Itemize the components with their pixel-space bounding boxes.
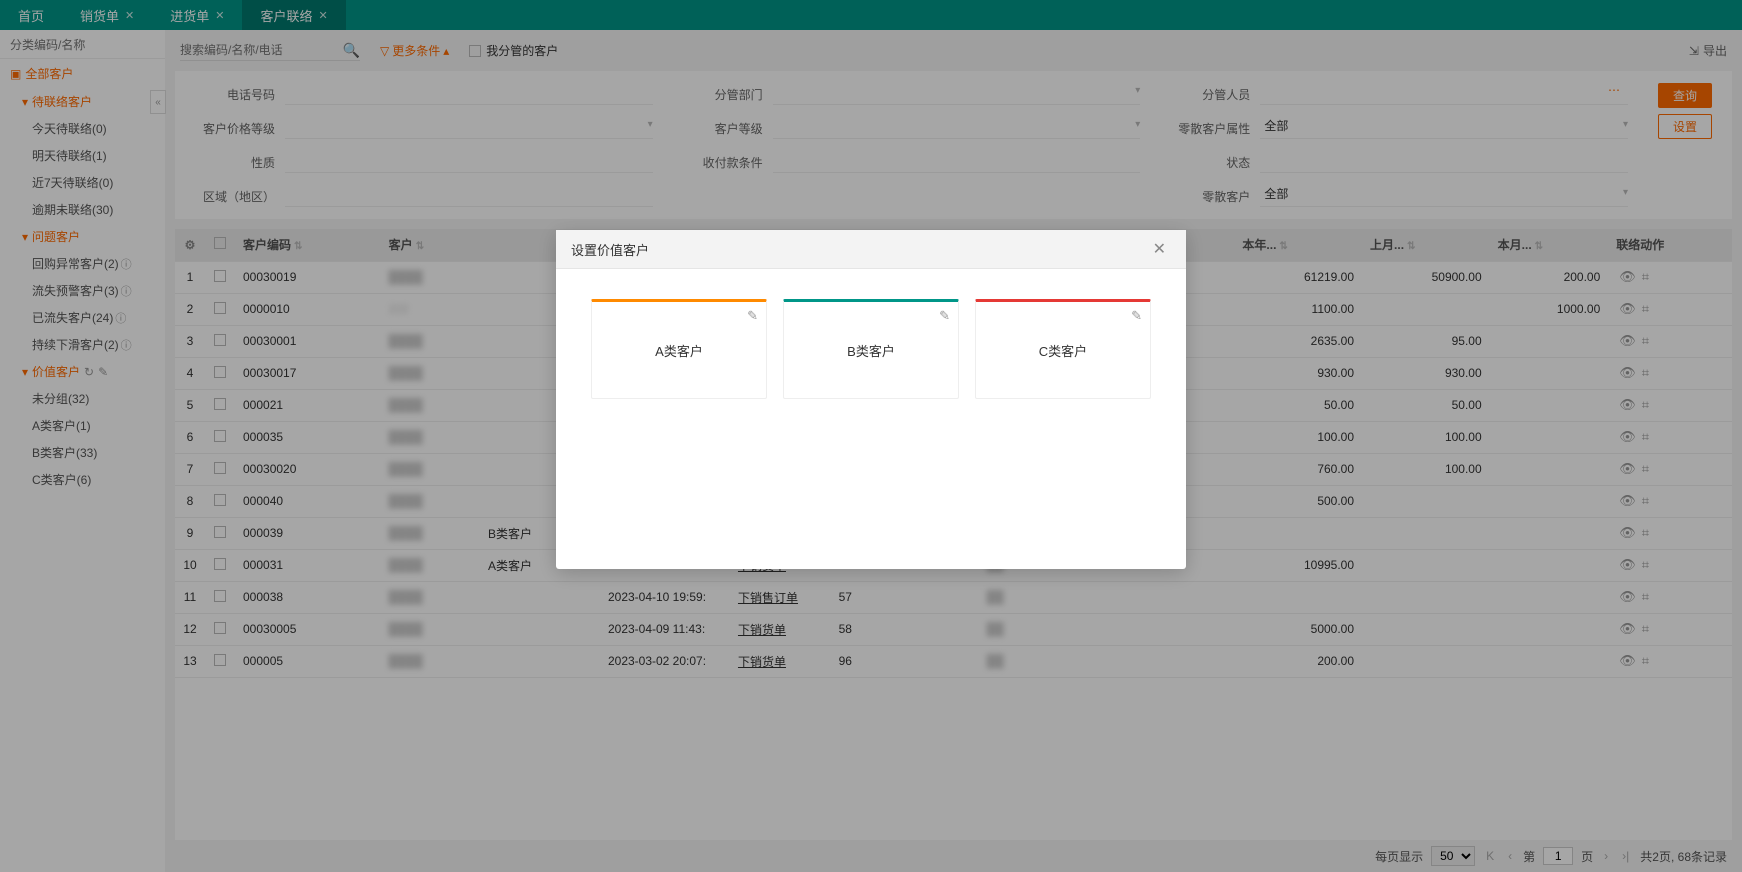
value-card-a[interactable]: ✎ A类客户 — [591, 299, 767, 399]
card-label: B类客户 — [847, 341, 895, 360]
card-label: C类客户 — [1039, 341, 1087, 360]
value-customer-modal: 设置价值客户 ✕ ✎ A类客户 ✎ B类客户 ✎ C类客户 — [556, 230, 1186, 569]
edit-icon[interactable]: ✎ — [747, 308, 758, 324]
card-label: A类客户 — [655, 341, 703, 360]
value-card-c[interactable]: ✎ C类客户 — [975, 299, 1151, 399]
value-card-b[interactable]: ✎ B类客户 — [783, 299, 959, 399]
close-icon[interactable]: ✕ — [1148, 239, 1171, 259]
edit-icon[interactable]: ✎ — [939, 308, 950, 324]
modal-title: 设置价值客户 — [571, 240, 649, 259]
edit-icon[interactable]: ✎ — [1131, 308, 1142, 324]
